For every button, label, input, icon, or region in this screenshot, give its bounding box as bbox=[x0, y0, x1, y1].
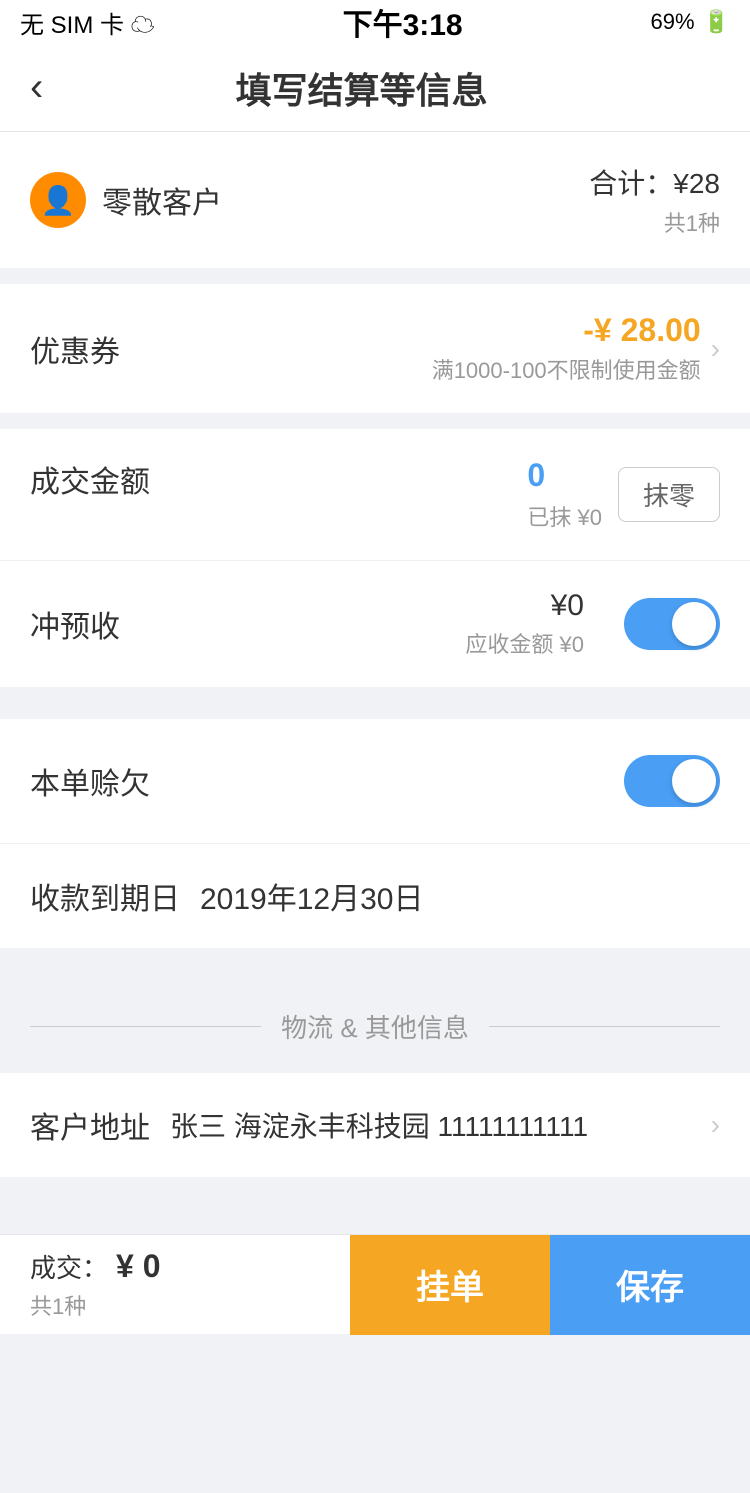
page-title: 填写结算等信息 bbox=[63, 62, 660, 114]
bottom-deal-label: 成交： bbox=[30, 1248, 108, 1285]
logistics-header: 物流 & 其他信息 bbox=[0, 980, 750, 1073]
customer-info: 👤 零散客户 bbox=[30, 172, 222, 228]
section-divider-2 bbox=[0, 964, 750, 980]
debit-row: 本单赊欠 bbox=[0, 719, 750, 843]
prereceive-value: ¥0 bbox=[465, 589, 584, 623]
customer-card: 👤 零散客户 合计：¥28 共1种 bbox=[0, 132, 750, 268]
status-time: 下午3:18 bbox=[343, 0, 463, 44]
bottom-deal-line: 成交： ¥ 0 bbox=[30, 1248, 320, 1285]
status-right: 69% 🔋 bbox=[651, 9, 730, 35]
address-label: 客户地址 bbox=[30, 1103, 150, 1147]
transaction-right: 0 已抹 ¥0 抹零 bbox=[527, 457, 720, 532]
coupon-amount: -¥ 28.00 bbox=[432, 312, 701, 349]
bottom-count: 共1种 bbox=[30, 1289, 320, 1321]
battery-icon: 🔋 bbox=[703, 9, 730, 35]
logistics-label: 物流 & 其他信息 bbox=[261, 1008, 489, 1045]
logistics-line-left bbox=[30, 1026, 261, 1027]
coupon-right: -¥ 28.00 满1000-100不限制使用金额 bbox=[432, 312, 701, 385]
save-button[interactable]: 保存 bbox=[550, 1235, 750, 1335]
coupon-row[interactable]: 优惠券 -¥ 28.00 满1000-100不限制使用金额 › bbox=[0, 284, 750, 413]
address-value: 张三 海淀永丰科技园 11111111111 bbox=[170, 1105, 691, 1145]
duedate-row: 收款到期日 2019年12月30日 bbox=[0, 843, 750, 948]
customer-name: 零散客户 bbox=[102, 178, 222, 222]
battery-text: 69% bbox=[651, 9, 695, 35]
avatar-icon: 👤 bbox=[41, 184, 76, 217]
customer-row: 👤 零散客户 合计：¥28 共1种 bbox=[0, 132, 750, 268]
customer-total-section: 合计：¥28 共1种 bbox=[589, 162, 720, 238]
bottom-summary: 成交： ¥ 0 共1种 bbox=[0, 1248, 350, 1321]
debit-toggle[interactable] bbox=[624, 755, 720, 807]
bottom-bar: 成交： ¥ 0 共1种 挂单 保存 bbox=[0, 1234, 750, 1334]
transaction-value: 0 bbox=[527, 457, 602, 494]
prereceive-row: 冲预收 ¥0 应收金额 ¥0 bbox=[0, 560, 750, 687]
section-divider-1 bbox=[0, 703, 750, 719]
prereceive-label: 冲预收 bbox=[30, 602, 120, 646]
transaction-label: 成交金额 bbox=[30, 457, 150, 501]
customer-total: 合计：¥28 bbox=[589, 162, 720, 202]
chevron-right-icon: › bbox=[711, 333, 720, 365]
prereceive-toggle[interactable] bbox=[624, 598, 720, 650]
back-button[interactable]: ‹ bbox=[30, 65, 43, 110]
hold-button[interactable]: 挂单 bbox=[350, 1235, 550, 1335]
prereceive-sub: 应收金额 ¥0 bbox=[465, 627, 584, 659]
logistics-line-right bbox=[489, 1026, 720, 1027]
duedate-value: 2019年12月30日 bbox=[200, 874, 423, 918]
avatar: 👤 bbox=[30, 172, 86, 228]
debit-card: 本单赊欠 收款到期日 2019年12月30日 bbox=[0, 719, 750, 948]
address-chevron-icon: › bbox=[711, 1109, 720, 1141]
bottom-deal-amount: ¥ 0 bbox=[116, 1248, 160, 1285]
transaction-row: 成交金额 0 已抹 ¥0 抹零 bbox=[0, 429, 750, 560]
coupon-card[interactable]: 优惠券 -¥ 28.00 满1000-100不限制使用金额 › bbox=[0, 284, 750, 413]
address-card[interactable]: 客户地址 张三 海淀永丰科技园 11111111111 › bbox=[0, 1073, 750, 1177]
transaction-card: 成交金额 0 已抹 ¥0 抹零 冲预收 ¥0 应收金额 ¥0 bbox=[0, 429, 750, 687]
debit-label: 本单赊欠 bbox=[30, 759, 150, 803]
round-off-button[interactable]: 抹零 bbox=[618, 467, 720, 522]
status-left: 无 SIM 卡 ☁ bbox=[20, 5, 155, 40]
transaction-value-section: 0 已抹 ¥0 bbox=[527, 457, 602, 532]
status-bar: 无 SIM 卡 ☁ 下午3:18 69% 🔋 bbox=[0, 0, 750, 44]
customer-count: 共1种 bbox=[589, 206, 720, 238]
prereceive-values: ¥0 应收金额 ¥0 bbox=[465, 589, 584, 659]
signal-text: 无 SIM 卡 ☁ bbox=[20, 5, 155, 40]
coupon-label: 优惠券 bbox=[30, 327, 120, 371]
transaction-sub: 已抹 ¥0 bbox=[527, 500, 602, 532]
coupon-desc: 满1000-100不限制使用金额 bbox=[432, 353, 701, 385]
nav-bar: ‹ 填写结算等信息 bbox=[0, 44, 750, 132]
address-row[interactable]: 客户地址 张三 海淀永丰科技园 11111111111 › bbox=[0, 1073, 750, 1177]
duedate-label: 收款到期日 bbox=[30, 874, 180, 918]
